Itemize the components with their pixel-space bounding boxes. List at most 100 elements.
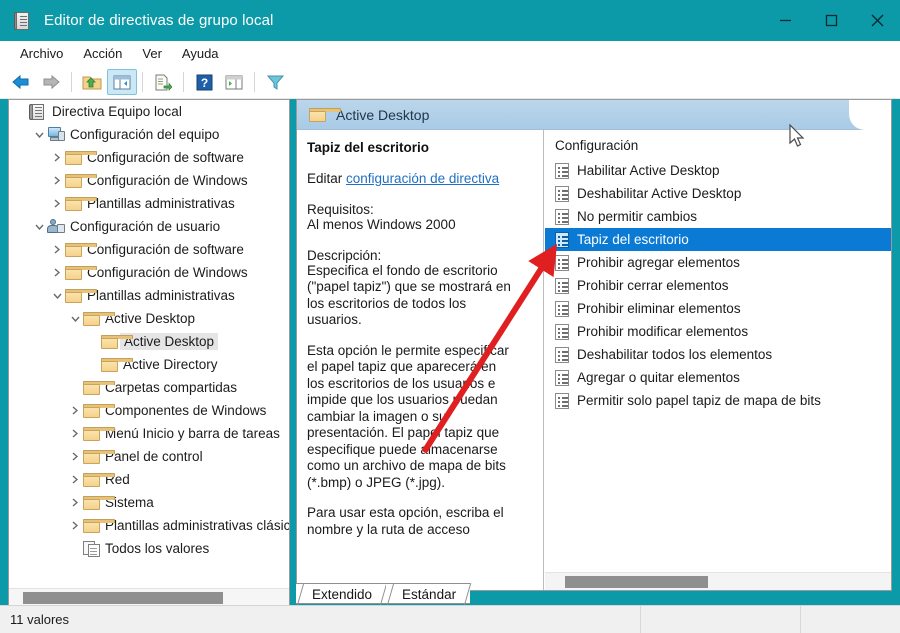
tree-item-6[interactable]: Configuración de software — [9, 238, 289, 261]
tree-item-7[interactable]: Configuración de Windows — [9, 261, 289, 284]
help-icon[interactable]: ? — [189, 69, 219, 95]
edit-policy-link[interactable]: configuración de directiva — [346, 171, 499, 186]
settings-list-item-label: Permitir solo papel tapiz de mapa de bit… — [577, 393, 821, 408]
tab-label: Estándar — [402, 587, 457, 602]
tree-item-1[interactable]: Configuración del equipo — [9, 123, 289, 146]
chevron-right-icon[interactable] — [49, 199, 65, 208]
folder-icon — [65, 173, 97, 188]
tree-item-16[interactable]: Red — [9, 468, 289, 491]
chevron-down-icon[interactable] — [67, 316, 83, 322]
settings-list-item-label: Habilitar Active Desktop — [577, 163, 720, 178]
tab-edge-left — [386, 583, 395, 606]
folder-icon — [83, 472, 115, 487]
mouse-cursor — [789, 124, 805, 147]
tree-item-0[interactable]: Directiva Equipo local — [9, 100, 289, 123]
tree-scroll-thumb[interactable] — [23, 592, 223, 604]
chevron-right-icon[interactable] — [67, 521, 83, 530]
tree-item-4[interactable]: Plantillas administrativas — [9, 192, 289, 215]
policy-setting-icon — [555, 162, 569, 179]
tree-item-14[interactable]: Menú Inicio y barra de tareas — [9, 422, 289, 445]
description-paragraph-2: Esta opción le permite especificar el pa… — [307, 342, 509, 490]
console-tree[interactable]: Directiva Equipo local Configuración del … — [9, 100, 289, 588]
tree-item-10[interactable]: Active Desktop — [9, 330, 289, 353]
show-hide-tree-icon[interactable] — [107, 69, 137, 95]
back-icon[interactable] — [6, 69, 36, 95]
folder-icon — [309, 107, 341, 122]
export-list-icon[interactable] — [148, 69, 178, 95]
tree-item-8[interactable]: Plantillas administrativas — [9, 284, 289, 307]
settings-list-item-10[interactable]: Permitir solo papel tapiz de mapa de bit… — [545, 389, 891, 412]
show-action-pane-icon[interactable] — [219, 69, 249, 95]
settings-list-item-label: Tapiz del escritorio — [577, 232, 689, 247]
menu-accion[interactable]: Acción — [73, 43, 132, 64]
tree-item-label: Plantillas administrativas clásicas — [105, 518, 289, 533]
chevron-right-icon[interactable] — [67, 406, 83, 415]
filter-icon[interactable] — [260, 69, 290, 95]
chevron-down-icon[interactable] — [31, 132, 47, 138]
tree-item-label: Plantillas administrativas — [87, 288, 235, 303]
tree-item-5[interactable]: Configuración de usuario — [9, 215, 289, 238]
menu-ayuda[interactable]: Ayuda — [172, 43, 229, 64]
chevron-right-icon[interactable] — [49, 245, 65, 254]
maximize-icon[interactable] — [808, 0, 854, 41]
tree-item-3[interactable]: Configuración de Windows — [9, 169, 289, 192]
tree-item-label: Componentes de Windows — [105, 403, 267, 418]
policy-setting-icon — [555, 392, 569, 409]
status-divider-1 — [640, 606, 641, 633]
chevron-right-icon[interactable] — [67, 498, 83, 507]
list-horizontal-scrollbar[interactable] — [545, 572, 891, 590]
tree-item-17[interactable]: Sistema — [9, 491, 289, 514]
toolbar-separator — [71, 72, 72, 92]
settings-list-item-4[interactable]: Prohibir agregar elementos — [545, 251, 891, 274]
chevron-down-icon[interactable] — [49, 293, 65, 299]
tree-item-13[interactable]: Componentes de Windows — [9, 399, 289, 422]
tab-extendido[interactable]: Extendido — [296, 583, 388, 606]
minimize-icon[interactable] — [762, 0, 808, 41]
forward-icon[interactable] — [36, 69, 66, 95]
settings-list-item-7[interactable]: Prohibir modificar elementos — [545, 320, 891, 343]
chevron-right-icon[interactable] — [67, 429, 83, 438]
view-tabs[interactable]: Extendido Estándar — [296, 583, 596, 606]
tree-item-11[interactable]: Active Directory — [9, 353, 289, 376]
tree-item-label: Menú Inicio y barra de tareas — [105, 426, 280, 441]
settings-list-item-label: Prohibir modificar elementos — [577, 324, 749, 339]
close-icon[interactable] — [854, 0, 900, 41]
tree-item-19[interactable]: Todos los valores — [9, 537, 289, 560]
tree-item-18[interactable]: Plantillas administrativas clásicas — [9, 514, 289, 537]
setting-title: Tapiz del escritorio — [307, 140, 430, 155]
chevron-right-icon[interactable] — [49, 268, 65, 277]
settings-list[interactable]: Habilitar Active Desktop Deshabilitar Act… — [545, 159, 891, 412]
tree-item-9[interactable]: Active Desktop — [9, 307, 289, 330]
settings-list-item-5[interactable]: Prohibir cerrar elementos — [545, 274, 891, 297]
settings-list-item-0[interactable]: Habilitar Active Desktop — [545, 159, 891, 182]
tree-item-label: Directiva Equipo local — [52, 104, 182, 119]
computer-icon — [47, 127, 65, 142]
folder-icon — [83, 380, 115, 395]
tree-item-12[interactable]: Carpetas compartidas — [9, 376, 289, 399]
tree-item-label: Configuración de software — [87, 150, 244, 165]
tree-item-15[interactable]: Panel de control — [9, 445, 289, 468]
tab-estandar[interactable]: Estándar — [386, 583, 472, 606]
settings-list-item-1[interactable]: Deshabilitar Active Desktop — [545, 182, 891, 205]
chevron-right-icon[interactable] — [49, 176, 65, 185]
settings-list-item-2[interactable]: No permitir cambios — [545, 205, 891, 228]
settings-list-item-3[interactable]: Tapiz del escritorio — [545, 228, 891, 251]
menu-archivo[interactable]: Archivo — [10, 43, 73, 64]
settings-list-item-9[interactable]: Agregar o quitar elementos — [545, 366, 891, 389]
tab-label: Extendido — [312, 587, 373, 602]
settings-column-header[interactable]: Configuración — [545, 130, 891, 159]
tree-item-label: Carpetas compartidas — [105, 380, 238, 395]
chevron-right-icon[interactable] — [67, 475, 83, 484]
menu-ver[interactable]: Ver — [132, 43, 172, 64]
tree-horizontal-scrollbar[interactable] — [9, 588, 289, 606]
settings-list-item-8[interactable]: Deshabilitar todos los elementos — [545, 343, 891, 366]
chevron-down-icon[interactable] — [31, 224, 47, 230]
chevron-right-icon[interactable] — [49, 153, 65, 162]
chevron-right-icon[interactable] — [67, 452, 83, 461]
settings-list-item-6[interactable]: Prohibir eliminar elementos — [545, 297, 891, 320]
window-controls — [762, 0, 900, 41]
up-folder-icon[interactable] — [77, 69, 107, 95]
tree-item-2[interactable]: Configuración de software — [9, 146, 289, 169]
policy-setting-icon — [555, 231, 569, 248]
settings-list-item-label: Prohibir agregar elementos — [577, 255, 740, 270]
